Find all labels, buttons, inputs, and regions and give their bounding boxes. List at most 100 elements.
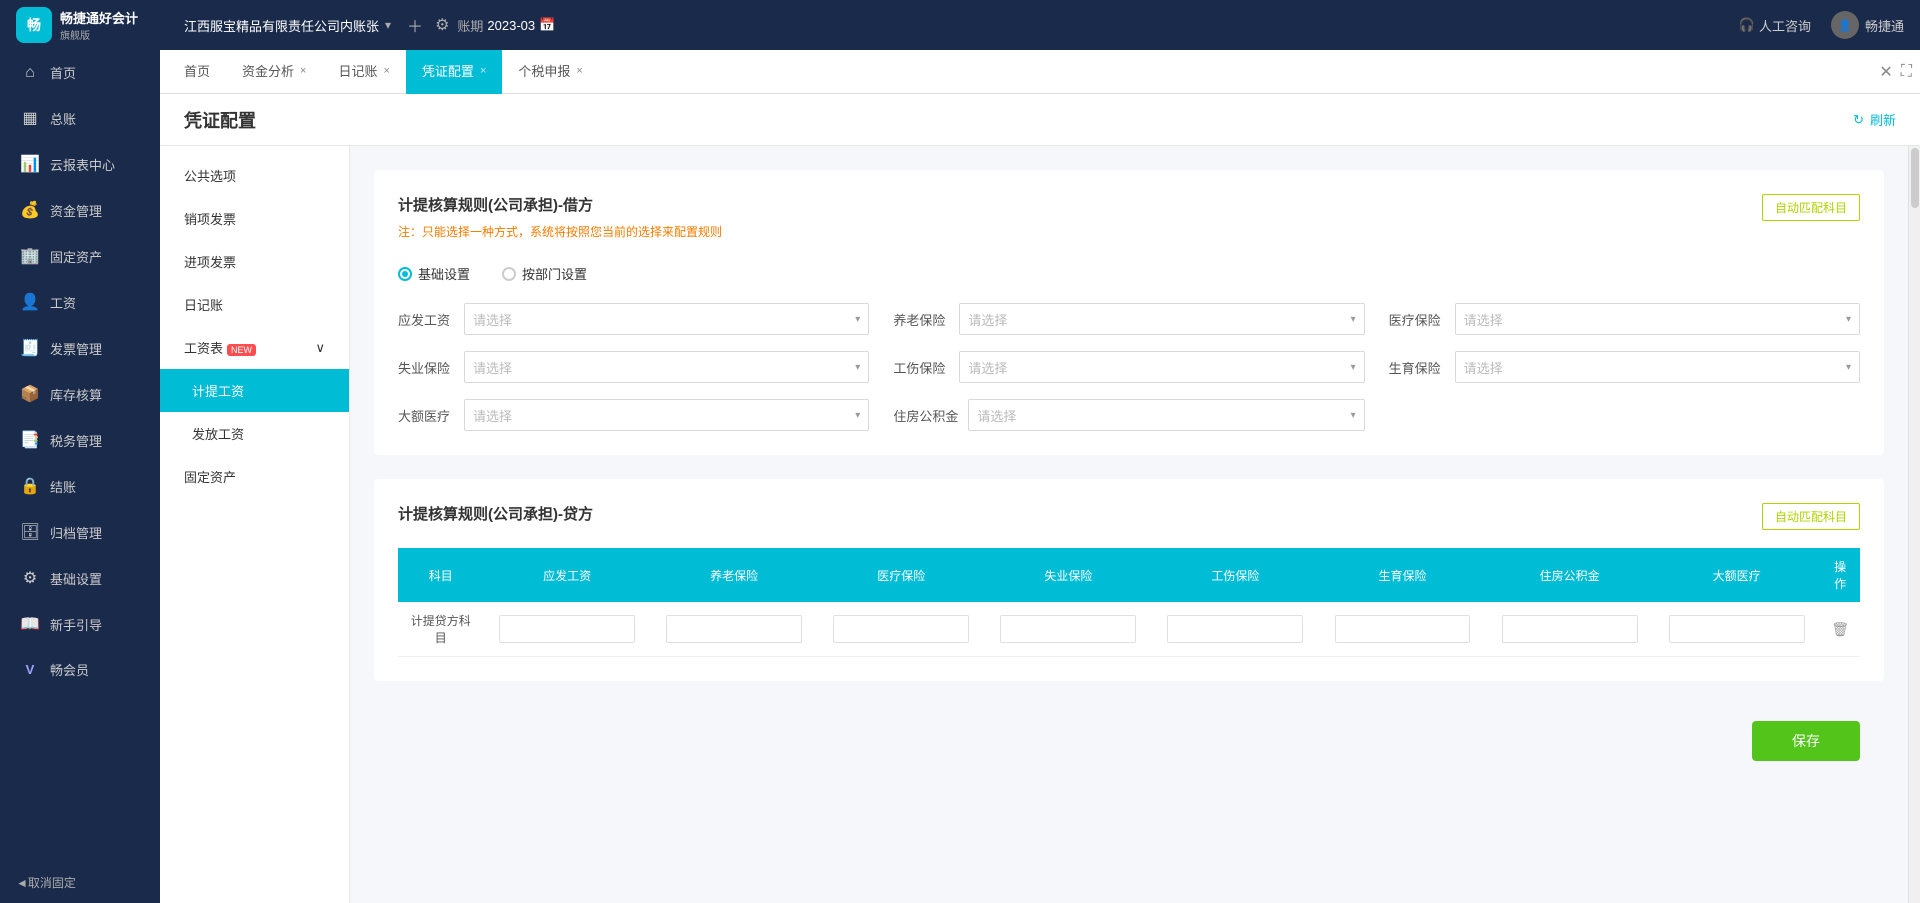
- radio-basic[interactable]: 基础设置: [398, 264, 470, 283]
- pension-placeholder: 请选择: [968, 310, 1007, 329]
- credit-auto-match-button[interactable]: 自动匹配科目: [1762, 503, 1860, 530]
- housing-fund-select[interactable]: 请选择 ▾: [968, 399, 1364, 431]
- fullscreen-icon[interactable]: ⛶: [1901, 63, 1912, 81]
- tab-journal-close[interactable]: ×: [383, 65, 389, 77]
- sidebar-label-guide: 新手引导: [50, 615, 102, 634]
- sidebar-item-reports[interactable]: 📊 云报表中心: [0, 141, 160, 187]
- tab-voucher-config[interactable]: 凭证配置 ×: [406, 50, 502, 94]
- nav-public[interactable]: 公共选项: [160, 154, 349, 197]
- tab-tax-close[interactable]: ×: [576, 65, 582, 77]
- tab-funds-close[interactable]: ×: [300, 65, 306, 77]
- medical-select[interactable]: 请选择 ▾: [1455, 303, 1860, 335]
- add-button[interactable]: ＋: [407, 13, 423, 37]
- unemployment-placeholder: 请选择: [473, 358, 512, 377]
- birth-select[interactable]: 请选择 ▾: [1455, 351, 1860, 383]
- sidebar-item-assets[interactable]: 🏢 固定资产: [0, 233, 160, 279]
- tab-home[interactable]: 首页: [168, 50, 226, 94]
- radio-dept[interactable]: 按部门设置: [502, 264, 587, 283]
- home-icon: ⌂: [20, 64, 40, 82]
- reports-icon: 📊: [20, 154, 40, 174]
- sidebar-label-assets: 固定资产: [50, 247, 102, 266]
- sidebar-item-ledger[interactable]: ▦ 总账: [0, 95, 160, 141]
- sidebar-item-closing[interactable]: 🔒 结账: [0, 463, 160, 509]
- sidebar-label-inventory: 库存核算: [50, 385, 102, 404]
- tax-icon: 📑: [20, 430, 40, 450]
- debit-auto-match-button[interactable]: 自动匹配科目: [1762, 194, 1860, 221]
- unemployment-select[interactable]: 请选择 ▾: [464, 351, 869, 383]
- input-pension[interactable]: [666, 615, 802, 643]
- settings-icon[interactable]: ⚙: [435, 15, 449, 35]
- tab-journal[interactable]: 日记账 ×: [322, 50, 405, 94]
- input-big-medical[interactable]: [1669, 615, 1805, 643]
- sidebar-item-salary[interactable]: 👤 工资: [0, 279, 160, 325]
- col-unemployment: 失业保险: [985, 548, 1152, 602]
- tab-funds[interactable]: 资金分析 ×: [226, 50, 322, 94]
- sidebar-item-guide[interactable]: 📖 新手引导: [0, 601, 160, 647]
- col-operation: 操作: [1820, 548, 1860, 602]
- debit-section-note: 注：只能选择一种方式，系统将按照您当前的选择来配置规则: [398, 223, 1860, 240]
- user-menu[interactable]: 👤 畅捷通: [1831, 11, 1904, 39]
- assets-icon: 🏢: [20, 246, 40, 266]
- inner-layout: 公共选项 销项发票 进项发票 日记账 工资表NEW ∨ 计提工资 发放工资 固定…: [160, 146, 1920, 903]
- company-name: 江西服宝精品有限责任公司内账张: [184, 16, 379, 35]
- sidebar-item-member[interactable]: V 畅会员: [0, 647, 160, 692]
- tab-funds-label: 资金分析: [242, 61, 294, 80]
- nav-sales-invoice[interactable]: 销项发票: [160, 197, 349, 240]
- work-injury-select[interactable]: 请选择 ▾: [959, 351, 1364, 383]
- nav-calc-salary[interactable]: 计提工资: [160, 369, 349, 412]
- apply-wage-label: 应发工资: [398, 310, 454, 329]
- period-selector[interactable]: 账期 2023-03 📅: [457, 16, 555, 35]
- logo-text: 畅捷通好会计 旗舰版: [60, 8, 138, 42]
- credit-header: 自动匹配科目 计提核算规则(公司承担)-贷方: [398, 503, 1860, 532]
- col-work-injury: 工伤保险: [1152, 548, 1319, 602]
- scrollbar[interactable]: [1908, 146, 1920, 903]
- input-unemployment[interactable]: [1000, 615, 1136, 643]
- apply-wage-select[interactable]: 请选择 ▾: [464, 303, 869, 335]
- customer-service[interactable]: 🎧 人工咨询: [1739, 16, 1811, 35]
- close-window-icon[interactable]: ✕: [1879, 62, 1892, 82]
- tabbar: 首页 资金分析 × 日记账 × 凭证配置 × 个税申报 × ✕ ⛶: [160, 50, 1920, 94]
- tab-tax-label: 个税申报: [518, 61, 570, 80]
- company-selector[interactable]: 江西服宝精品有限责任公司内账张 ▾: [184, 16, 391, 35]
- nav-fixed-assets[interactable]: 固定资产: [160, 455, 349, 498]
- big-medical-label: 大额医疗: [398, 406, 454, 425]
- sidebar-item-funds[interactable]: 💰 资金管理: [0, 187, 160, 233]
- delete-row-button[interactable]: 🗑: [1831, 621, 1849, 638]
- big-medical-select[interactable]: 请选择 ▾: [464, 399, 869, 431]
- medical-label: 医疗保险: [1389, 310, 1445, 329]
- sidebar-item-home[interactable]: ⌂ 首页: [0, 50, 160, 95]
- input-medical[interactable]: [833, 615, 969, 643]
- sidebar-item-settings[interactable]: ⚙ 基础设置: [0, 555, 160, 601]
- sidebar-item-inventory[interactable]: 📦 库存核算: [0, 371, 160, 417]
- nav-pay-salary[interactable]: 发放工资: [160, 412, 349, 455]
- tab-voucher-close[interactable]: ×: [480, 65, 486, 77]
- input-housing-fund[interactable]: [1502, 615, 1638, 643]
- sidebar-item-invoice[interactable]: 🧾 发票管理: [0, 325, 160, 371]
- sidebar-label-home: 首页: [50, 63, 76, 82]
- cell-unemployment: [985, 602, 1152, 657]
- input-work-injury[interactable]: [1167, 615, 1303, 643]
- tab-tax-report[interactable]: 个税申报 ×: [502, 50, 598, 94]
- tab-journal-label: 日记账: [338, 61, 377, 80]
- nav-purchase-invoice[interactable]: 进项发票: [160, 240, 349, 283]
- nav-salary-table[interactable]: 工资表NEW ∨: [160, 326, 349, 369]
- refresh-button[interactable]: ↻ 刷新: [1853, 110, 1896, 129]
- nav-journal[interactable]: 日记账: [160, 283, 349, 326]
- left-nav: 公共选项 销项发票 进项发票 日记账 工资表NEW ∨ 计提工资 发放工资 固定…: [160, 146, 350, 903]
- col-subject: 科目: [398, 548, 484, 602]
- ledger-icon: ▦: [20, 108, 40, 128]
- pension-select[interactable]: 请选择 ▾: [959, 303, 1364, 335]
- sidebar-item-archive[interactable]: 🗄 归档管理: [0, 509, 160, 555]
- sidebar-item-tax[interactable]: 📑 税务管理: [0, 417, 160, 463]
- col-medical: 医疗保险: [818, 548, 985, 602]
- content-area: 首页 资金分析 × 日记账 × 凭证配置 × 个税申报 × ✕ ⛶: [160, 50, 1920, 903]
- pension-arrow: ▾: [1351, 314, 1356, 325]
- input-birth[interactable]: [1335, 615, 1471, 643]
- sidebar-label-ledger: 总账: [50, 109, 76, 128]
- unpin-sidebar[interactable]: ◄取消固定: [0, 862, 160, 903]
- field-unemployment: 失业保险 请选择 ▾: [398, 351, 869, 383]
- save-button[interactable]: 保存: [1752, 721, 1860, 761]
- medical-arrow: ▾: [1846, 314, 1851, 325]
- username: 畅捷通: [1865, 16, 1904, 35]
- input-apply-wage[interactable]: [499, 615, 635, 643]
